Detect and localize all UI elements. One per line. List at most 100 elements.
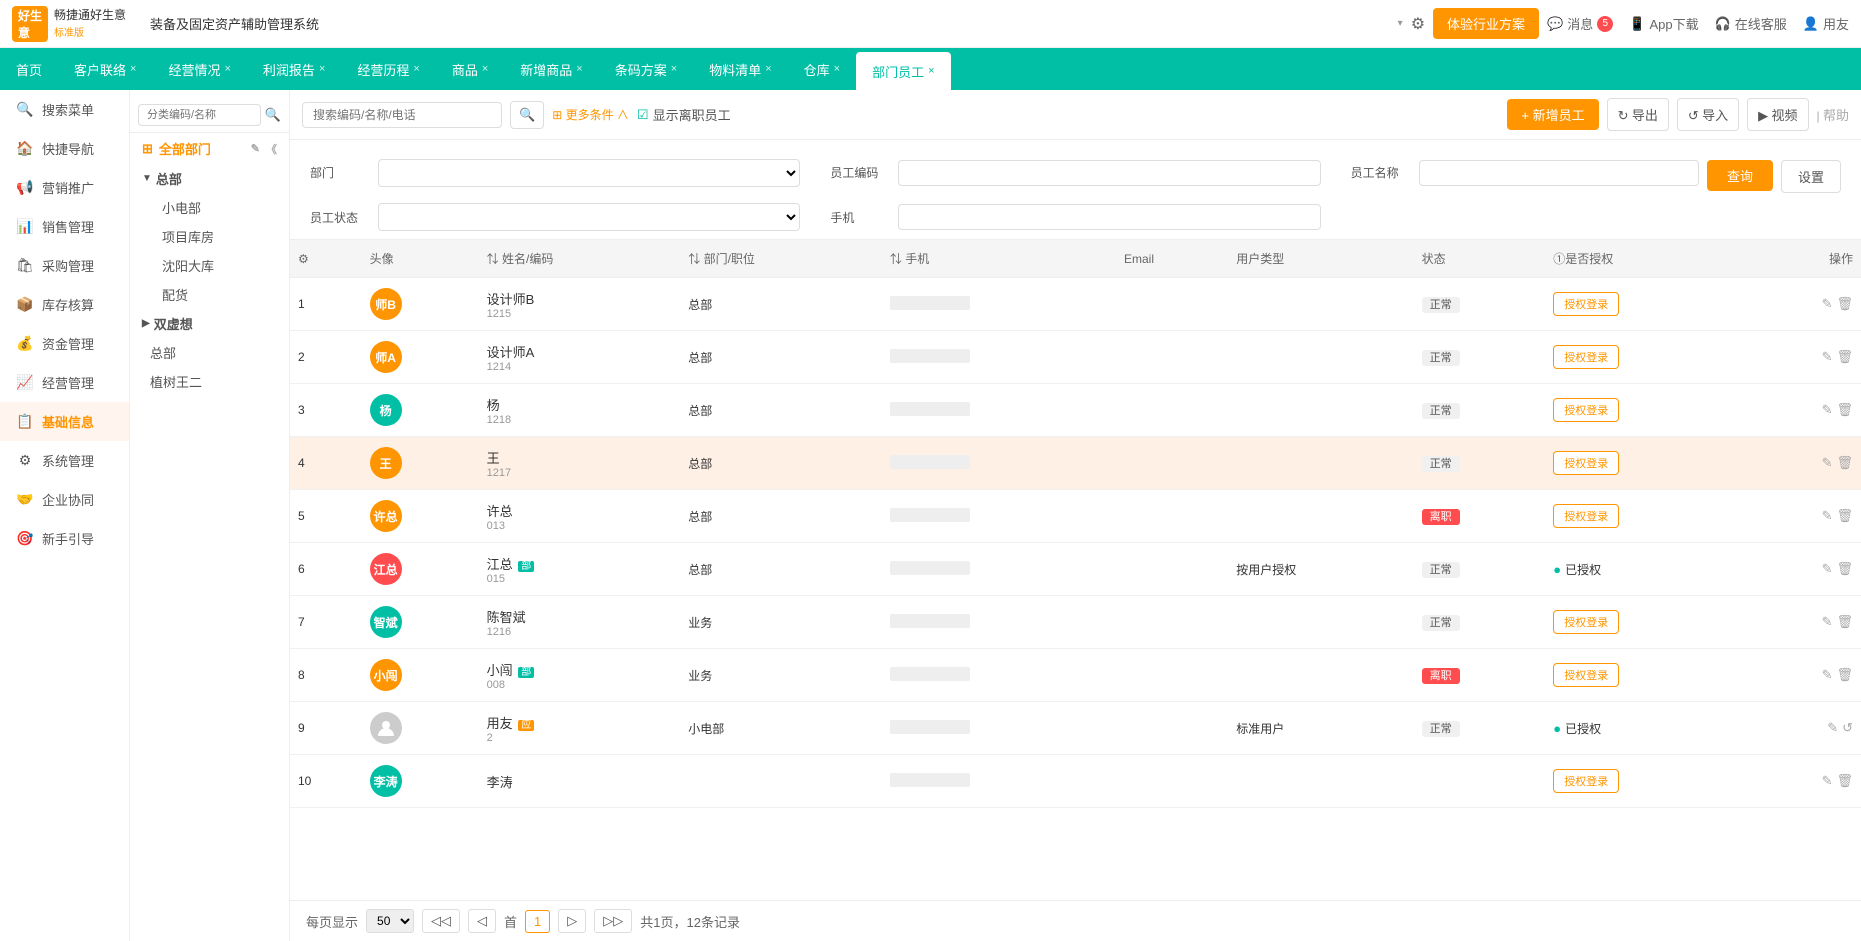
- dept-xiangmukufang[interactable]: 项目库房: [142, 222, 289, 251]
- dept-zhishuwang[interactable]: 植树王二: [130, 367, 289, 396]
- tab-warehouse-close[interactable]: ×: [834, 63, 840, 75]
- delete-icon[interactable]: 🗑: [1836, 561, 1853, 576]
- tab-operation[interactable]: 经营情况×: [152, 48, 246, 90]
- edit-icon[interactable]: ✎: [1822, 455, 1833, 470]
- tab-new-goods-close[interactable]: ×: [576, 63, 582, 75]
- tab-dept-staff[interactable]: 部门员工×: [856, 52, 950, 90]
- search-button[interactable]: 🔍: [510, 101, 544, 129]
- message-button[interactable]: 💬 消息 5: [1547, 14, 1613, 33]
- add-employee-button[interactable]: + 新增员工: [1507, 99, 1598, 130]
- dept-shuangxuxiang-expand[interactable]: ▶ 双虚想: [130, 309, 289, 338]
- edit-icon[interactable]: ✎: [1822, 296, 1833, 311]
- tab-customer-close[interactable]: ×: [130, 63, 136, 75]
- sidebar-item-inventory[interactable]: 📦 库存核算: [0, 285, 129, 324]
- trial-button[interactable]: 体验行业方案: [1433, 8, 1539, 39]
- sidebar-item-marketing[interactable]: 📢 营销推广: [0, 168, 129, 207]
- delete-icon[interactable]: 🗑: [1836, 455, 1853, 470]
- auth-button[interactable]: 授权登录: [1553, 610, 1619, 634]
- sidebar-item-mgmt[interactable]: 📈 经营管理: [0, 363, 129, 402]
- tab-history-close[interactable]: ×: [413, 63, 419, 75]
- tab-profit-close[interactable]: ×: [319, 63, 325, 75]
- delete-icon[interactable]: 🗑: [1836, 349, 1853, 364]
- col-name-code[interactable]: ⇅ 姓名/编码: [479, 240, 681, 278]
- tab-barcode-close[interactable]: ×: [671, 63, 677, 75]
- import-button[interactable]: ↺ 导入: [1677, 98, 1739, 131]
- tab-bom-close[interactable]: ×: [765, 63, 771, 75]
- dept-zongbu-expand[interactable]: ▼ 总部: [130, 164, 289, 193]
- dept-zongbu2[interactable]: 总部: [130, 338, 289, 367]
- delete-icon[interactable]: 🗑: [1836, 773, 1853, 788]
- export-button[interactable]: ↻ 导出: [1607, 98, 1669, 131]
- dept-shenyangdaku[interactable]: 沈阳大库: [142, 251, 289, 280]
- sidebar-item-basic[interactable]: 📋 基础信息: [0, 402, 129, 441]
- more-filter-button[interactable]: ⊞ 更多条件 ∧: [552, 106, 629, 123]
- edit-icon[interactable]: ✎: [1822, 773, 1833, 788]
- filter-empname-input[interactable]: [1419, 160, 1699, 186]
- service-button[interactable]: 🎧 在线客服: [1715, 14, 1787, 33]
- tab-operation-close[interactable]: ×: [224, 63, 230, 75]
- tab-warehouse[interactable]: 仓库×: [788, 48, 856, 90]
- filter-empcode-input[interactable]: [898, 160, 1320, 186]
- delete-icon[interactable]: 🗑: [1836, 614, 1853, 629]
- edit-icon[interactable]: ✎: [1822, 561, 1833, 576]
- user-button[interactable]: 👤 用友: [1803, 14, 1849, 33]
- dept-search-input[interactable]: [138, 104, 261, 126]
- filter-phone-input[interactable]: [898, 204, 1320, 230]
- dept-xiaodibu[interactable]: 小电部: [142, 193, 289, 222]
- system-title-arrow[interactable]: ▾: [1398, 18, 1403, 29]
- page-size-select[interactable]: 50: [366, 909, 414, 933]
- col-settings[interactable]: ⚙: [290, 240, 362, 278]
- sidebar-item-nav[interactable]: 🏠 快捷导航: [0, 129, 129, 168]
- col-phone[interactable]: ⇅ 手机: [882, 240, 1116, 278]
- dept-search-icon[interactable]: 🔍: [265, 107, 281, 123]
- delete-icon[interactable]: ↺: [1842, 720, 1853, 735]
- auth-button[interactable]: 授权登录: [1553, 663, 1619, 687]
- delete-icon[interactable]: 🗑: [1836, 508, 1853, 523]
- filter-dept-select[interactable]: [378, 159, 800, 187]
- query-button[interactable]: 查询: [1707, 160, 1773, 191]
- edit-icon[interactable]: ✎: [1822, 667, 1833, 682]
- sidebar-item-search[interactable]: 🔍 搜索菜单: [0, 90, 129, 129]
- gear-icon[interactable]: ⚙: [1411, 14, 1425, 34]
- dept-all-item[interactable]: ⊞ 全部部门 ✎ 《: [130, 133, 289, 164]
- auth-button[interactable]: 授权登录: [1553, 345, 1619, 369]
- sidebar-item-purchase[interactable]: 🛍 采购管理: [0, 246, 129, 285]
- filter-empstatus-select[interactable]: [378, 203, 800, 231]
- auth-button[interactable]: 授权登录: [1553, 292, 1619, 316]
- edit-icon[interactable]: ✎: [1822, 402, 1833, 417]
- auth-button[interactable]: 授权登录: [1553, 504, 1619, 528]
- app-download-button[interactable]: 📱 App下载: [1629, 14, 1698, 33]
- edit-icon[interactable]: ✎: [1827, 720, 1838, 735]
- sidebar-item-finance[interactable]: 💰 资金管理: [0, 324, 129, 363]
- view-button[interactable]: ▶ 视频: [1747, 98, 1808, 131]
- show-resigned-checkbox[interactable]: ☑ 显示离职员工: [637, 105, 731, 124]
- search-input[interactable]: [302, 102, 502, 128]
- tab-profit[interactable]: 利润报告×: [247, 48, 341, 90]
- edit-icon[interactable]: ✎: [1822, 349, 1833, 364]
- delete-icon[interactable]: 🗑: [1836, 402, 1853, 417]
- tab-customer[interactable]: 客户联络×: [58, 48, 152, 90]
- set-button[interactable]: 设置: [1781, 160, 1841, 193]
- tab-new-goods[interactable]: 新增商品×: [504, 48, 598, 90]
- sidebar-item-guide[interactable]: 🎯 新手引导: [0, 519, 129, 558]
- edit-icon[interactable]: ✎: [1822, 614, 1833, 629]
- delete-icon[interactable]: 🗑: [1836, 296, 1853, 311]
- help-button[interactable]: | 帮助: [1817, 105, 1849, 124]
- auth-button[interactable]: 授权登录: [1553, 769, 1619, 793]
- next-page-button[interactable]: ▷: [558, 909, 586, 933]
- sidebar-item-system[interactable]: ⚙ 系统管理: [0, 441, 129, 480]
- sidebar-item-sales[interactable]: 📊 销售管理: [0, 207, 129, 246]
- auth-button[interactable]: 授权登录: [1553, 451, 1619, 475]
- tab-goods-close[interactable]: ×: [482, 63, 488, 75]
- edit-icon[interactable]: ✎: [1822, 508, 1833, 523]
- dept-edit-icon[interactable]: ✎: [251, 142, 260, 155]
- tab-dept-staff-close[interactable]: ×: [928, 65, 934, 77]
- tab-history[interactable]: 经营历程×: [341, 48, 435, 90]
- last-page-button[interactable]: ▷▷: [594, 909, 632, 933]
- auth-button[interactable]: 授权登录: [1553, 398, 1619, 422]
- tab-barcode[interactable]: 条码方案×: [599, 48, 693, 90]
- sidebar-item-collab[interactable]: 🤝 企业协同: [0, 480, 129, 519]
- dept-collapse-icon[interactable]: 《: [266, 141, 277, 157]
- tab-goods[interactable]: 商品×: [436, 48, 504, 90]
- first-page-button[interactable]: ◁◁: [422, 909, 460, 933]
